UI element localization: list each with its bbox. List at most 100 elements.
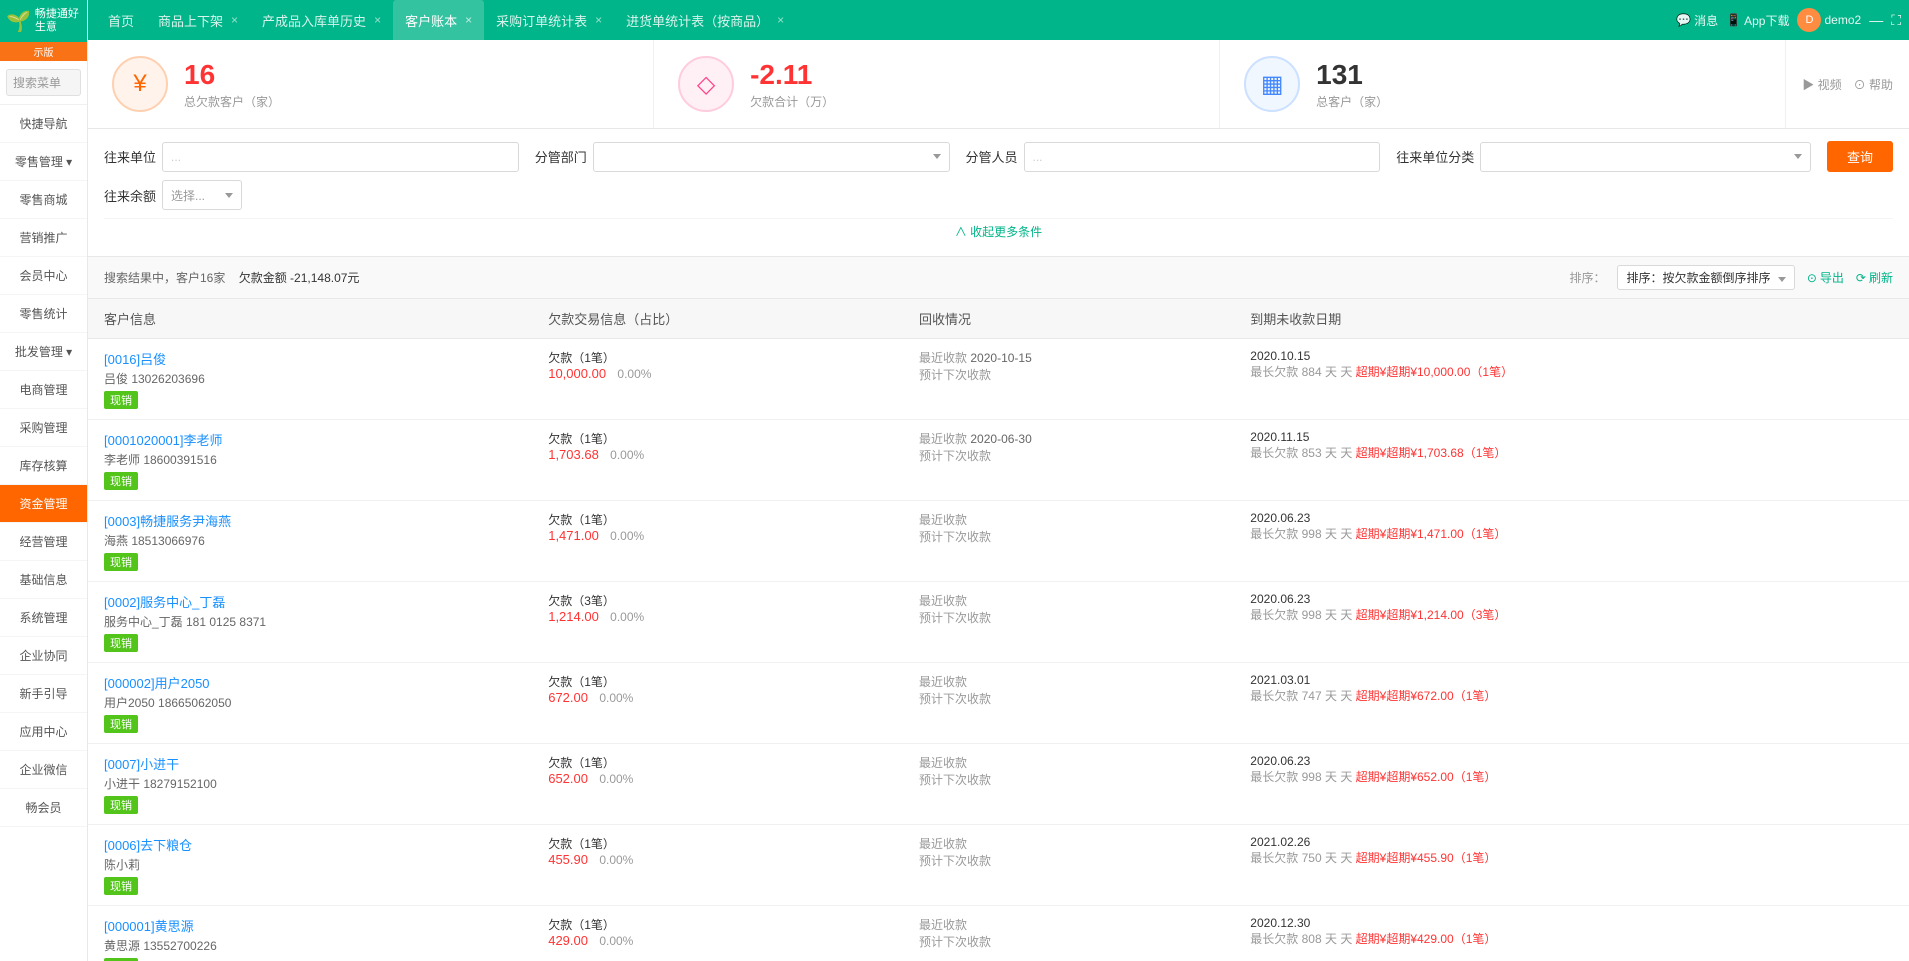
customer-name-link[interactable]: [0016]吕俊 xyxy=(104,352,166,367)
tab-close-icon[interactable]: × xyxy=(465,13,472,27)
filter-person-input[interactable]: ... xyxy=(1024,142,1381,172)
customer-name-link[interactable]: [0002]服务中心_丁磊 xyxy=(104,595,225,610)
demo-badge: 示版 xyxy=(0,42,87,61)
window-maximize-button[interactable]: ⛶ xyxy=(1891,12,1901,29)
last-collect-label: 最近收款 xyxy=(919,837,967,851)
col-due-date: 到期未收款日期 xyxy=(1234,299,1909,339)
customer-name-link[interactable]: [0001020001]李老师 xyxy=(104,433,223,448)
avatar-icon: D xyxy=(1797,8,1821,32)
refresh-button[interactable]: ⟳ 刷新 xyxy=(1856,269,1893,286)
topbar-tab-4[interactable]: 采购订单统计表× xyxy=(484,0,614,40)
query-button[interactable]: 查询 xyxy=(1827,141,1893,172)
debt-amount: 1,214.00 xyxy=(548,609,599,624)
app-download-button[interactable]: 📱 App下载 xyxy=(1726,12,1789,29)
debt-total-value: -2.11 xyxy=(750,59,834,91)
cell-collection: 最近收款 预计下次收款 xyxy=(903,501,1234,582)
overdue-days: 最长欠款 884 天 天 超期¥超期¥10,000.00（1笔） xyxy=(1250,363,1893,380)
cell-collection: 最近收款 2020-10-15 预计下次收款 xyxy=(903,339,1234,420)
overdue-amount[interactable]: 超期¥超期¥672.00（1笔） xyxy=(1356,689,1497,703)
cell-debt: 欠款（1笔） 652.00 0.00% xyxy=(532,744,903,825)
sidebar-item-10[interactable]: 库存核算 xyxy=(0,447,87,485)
tab-close-icon[interactable]: × xyxy=(374,13,381,27)
sidebar-item-9[interactable]: 采购管理 xyxy=(0,409,87,447)
table-row: [0002]服务中心_丁磊 服务中心_丁磊 181 0125 8371 现销 欠… xyxy=(88,582,1909,663)
sidebar-item-16[interactable]: 新手引导 xyxy=(0,675,87,713)
filter-unit-input[interactable]: ... xyxy=(162,142,519,172)
filter-balance: 往来余额 选择... xyxy=(104,180,424,210)
due-date: 2021.02.26 xyxy=(1250,835,1893,849)
sidebar-item-5[interactable]: 会员中心 xyxy=(0,257,87,295)
customer-name-link[interactable]: [0003]畅捷服务尹海燕 xyxy=(104,514,231,529)
table-row: [0016]吕俊 吕俊 13026203696 现销 欠款（1笔） 10,000… xyxy=(88,339,1909,420)
topbar-tab-1[interactable]: 商品上下架× xyxy=(146,0,250,40)
sidebar-item-2[interactable]: 零售管理 ▾ xyxy=(0,143,87,181)
debt-desc: 欠款（1笔） xyxy=(548,349,887,366)
customer-tag: 现销 xyxy=(104,472,138,490)
sidebar-item-19[interactable]: 畅会员 xyxy=(0,789,87,827)
sidebar: 🌱 畅捷通好生意 示版 搜索菜单 快捷导航零售管理 ▾零售商城营销推广会员中心零… xyxy=(0,0,88,961)
overdue-amount[interactable]: 超期¥超期¥10,000.00（1笔） xyxy=(1356,365,1513,379)
topbar-tab-3[interactable]: 客户账本× xyxy=(393,0,484,40)
total-customers-value: 131 xyxy=(1316,59,1388,91)
tab-close-icon[interactable]: × xyxy=(595,13,602,27)
overdue-amount[interactable]: 超期¥超期¥455.90（1笔） xyxy=(1356,851,1497,865)
cell-customer: [0001020001]李老师 李老师 18600391516 现销 xyxy=(88,420,532,501)
sidebar-item-1[interactable]: 快捷导航 xyxy=(0,105,87,143)
window-minimize-button[interactable]: — xyxy=(1869,12,1883,28)
sidebar-item-12[interactable]: 经营管理 xyxy=(0,523,87,561)
sidebar-item-15[interactable]: 企业协同 xyxy=(0,637,87,675)
sidebar-item-6[interactable]: 零售统计 xyxy=(0,295,87,333)
filter-unit-category-select[interactable] xyxy=(1480,142,1811,172)
table-row: [0007]小进干 小进干 18279152100 现销 欠款（1笔） 652.… xyxy=(88,744,1909,825)
view-help-actions: ▶ 视频 ⊙ 帮助 xyxy=(1786,40,1909,128)
sidebar-item-14[interactable]: 系统管理 xyxy=(0,599,87,637)
message-button[interactable]: 💬 消息 xyxy=(1676,12,1718,29)
debt-percent: 0.00% xyxy=(599,934,633,948)
overdue-amount[interactable]: 超期¥超期¥1,214.00（3笔） xyxy=(1356,608,1507,622)
last-collect-label: 最近收款 xyxy=(919,432,967,446)
customer-phone: 陈小莉 xyxy=(104,856,516,873)
search-menu-button[interactable]: 搜索菜单 xyxy=(6,69,81,96)
overdue-amount[interactable]: 超期¥超期¥1,471.00（1笔） xyxy=(1356,527,1507,541)
customer-phone: 吕俊 13026203696 xyxy=(104,370,516,387)
overdue-amount[interactable]: 超期¥超期¥429.00（1笔） xyxy=(1356,932,1497,946)
view-button[interactable]: ▶ 视频 xyxy=(1802,76,1841,93)
customer-name-link[interactable]: [000002]用户2050 xyxy=(104,676,210,691)
tab-close-icon[interactable]: × xyxy=(231,13,238,27)
sidebar-item-11[interactable]: 资金管理 xyxy=(0,485,87,523)
col-collection: 回收情况 xyxy=(903,299,1234,339)
sidebar-item-17[interactable]: 应用中心 xyxy=(0,713,87,751)
sidebar-item-13[interactable]: 基础信息 xyxy=(0,561,87,599)
help-button[interactable]: ⊙ 帮助 xyxy=(1854,76,1893,93)
customer-name-link[interactable]: [000001]黄思源 xyxy=(104,919,194,934)
customer-name-link[interactable]: [0006]去下粮仓 xyxy=(104,838,192,853)
sort-select[interactable]: 排序：按欠款金额倒序排序 xyxy=(1617,265,1794,290)
sidebar-item-4[interactable]: 营销推广 xyxy=(0,219,87,257)
filter-balance-select[interactable]: 选择... xyxy=(162,180,242,210)
download-icon: 📱 xyxy=(1726,13,1741,27)
sidebar-item-8[interactable]: 电商管理 xyxy=(0,371,87,409)
debt-percent: 0.00% xyxy=(610,610,644,624)
customer-name-link[interactable]: [0007]小进干 xyxy=(104,757,179,772)
table-body: [0016]吕俊 吕俊 13026203696 现销 欠款（1笔） 10,000… xyxy=(88,339,1909,961)
due-date: 2020.12.30 xyxy=(1250,916,1893,930)
sidebar-item-7[interactable]: 批发管理 ▾ xyxy=(0,333,87,371)
debt-amount: 672.00 xyxy=(548,690,588,705)
last-collect-label: 最近收款 xyxy=(919,756,967,770)
customer-phone: 黄思源 13552700226 xyxy=(104,937,516,954)
debt-percent: 0.00% xyxy=(610,529,644,543)
tab-close-icon[interactable]: × xyxy=(777,13,784,27)
overdue-amount[interactable]: 超期¥超期¥652.00（1笔） xyxy=(1356,770,1497,784)
export-button[interactable]: ⊙ 导出 xyxy=(1807,269,1844,286)
overdue-amount[interactable]: 超期¥超期¥1,703.68（1笔） xyxy=(1356,446,1507,460)
topbar-tab-2[interactable]: 产成品入库单历史× xyxy=(250,0,393,40)
filter-dept-select[interactable] xyxy=(593,142,950,172)
sidebar-item-18[interactable]: 企业微信 xyxy=(0,751,87,789)
content-area: ¥ 16 总欠款客户（家） ◇ -2.11 欠款合计（万） ▦ 131 总客户（… xyxy=(88,40,1909,961)
topbar-tab-5[interactable]: 进货单统计表（按商品）× xyxy=(614,0,796,40)
topbar-tab-0[interactable]: 首页 xyxy=(96,0,146,40)
user-avatar[interactable]: D demo2 xyxy=(1797,8,1861,32)
collapse-filters-button[interactable]: ∧ 收起更多条件 xyxy=(104,218,1893,244)
sidebar-item-3[interactable]: 零售商城 xyxy=(0,181,87,219)
last-collect-date: 2020-10-15 xyxy=(970,351,1031,365)
